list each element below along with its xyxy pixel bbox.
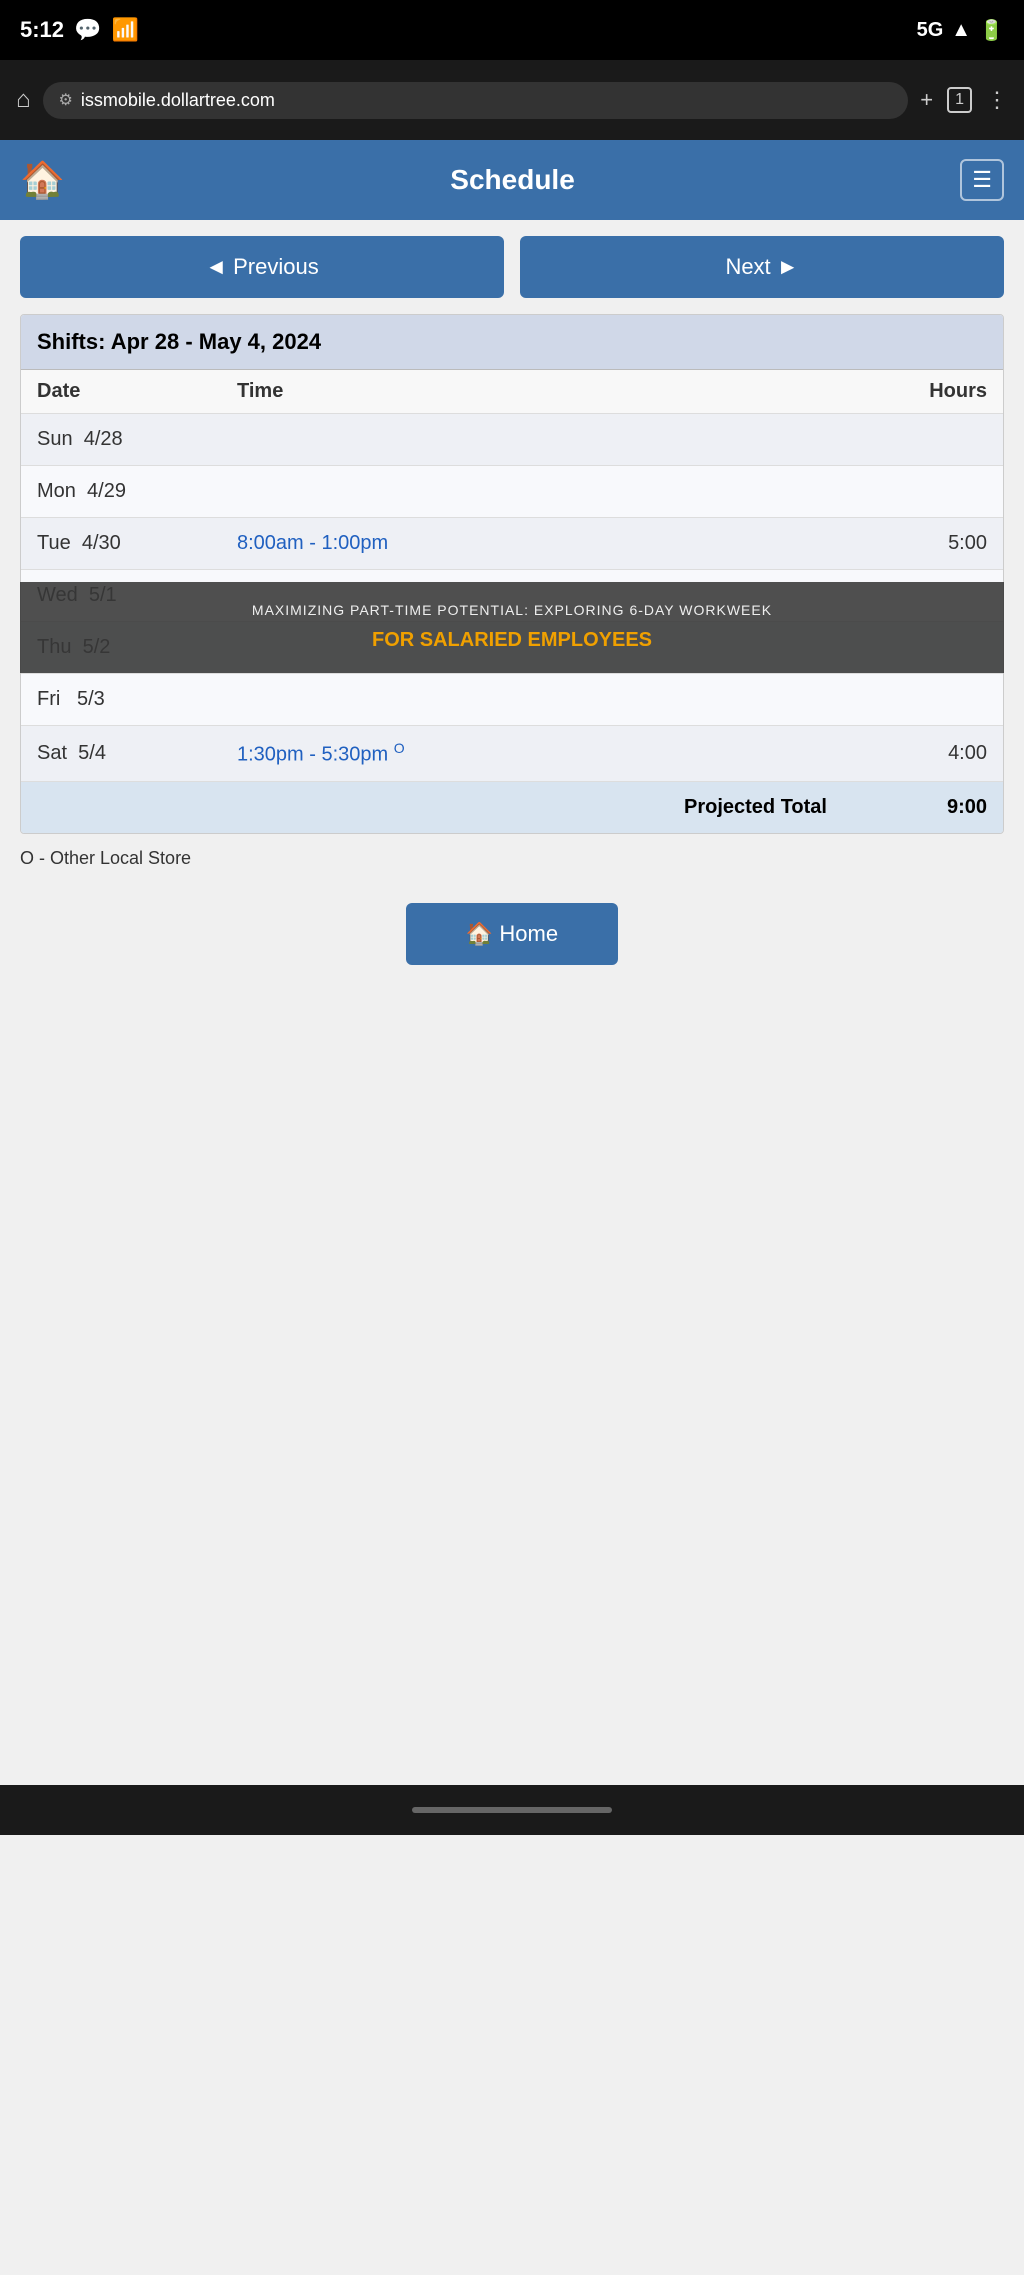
table-row: Mon 4/29 [21, 466, 1003, 518]
schedule-table: Shifts: Apr 28 - May 4, 2024 Date Time H… [20, 314, 1004, 834]
hours-column-header: Hours [847, 380, 987, 403]
day-date-sun: Sun 4/28 [37, 428, 237, 451]
signal-icon: ▲ [951, 19, 971, 42]
chat-icon: 💬 [74, 17, 101, 43]
day-date-tue: Tue 4/30 [37, 532, 237, 555]
next-button[interactable]: Next ► [520, 236, 1004, 298]
ad-banner: MAXIMIZING PART-TIME POTENTIAL: EXPLORIN… [20, 582, 1004, 673]
previous-button[interactable]: ◄ Previous [20, 236, 504, 298]
status-bar: 5:12 💬 📶 5G ▲ 🔋 [0, 0, 1024, 60]
day-date-fri: Fri 5/3 [37, 688, 237, 711]
schedule-column-headers: Date Time Hours [21, 370, 1003, 414]
bottom-navigation-bar [0, 1785, 1024, 1835]
url-text: issmobile.dollartree.com [81, 90, 275, 111]
schedule-legend: O - Other Local Store [0, 834, 1024, 883]
bottom-area [0, 985, 1024, 1785]
schedule-week-header: Shifts: Apr 28 - May 4, 2024 [21, 315, 1003, 370]
home-browser-icon[interactable]: ⌂ [16, 86, 31, 114]
hours-tue: 5:00 [847, 532, 987, 555]
projected-total-row: Projected Total 9:00 [21, 782, 1003, 833]
table-row-sat: Sat 5/4 1:30pm - 5:30pm O 4:00 [21, 726, 1003, 782]
ad-subtitle: FOR SALARIED EMPLOYEES [40, 625, 984, 655]
nav-buttons: ◄ Previous Next ► [0, 220, 1024, 314]
app-header: 🏠 Schedule ☰ [0, 140, 1024, 220]
day-date-mon: Mon 4/29 [37, 480, 237, 503]
status-right: 5G ▲ 🔋 [917, 18, 1004, 43]
app-home-button[interactable]: 🏠 [20, 159, 65, 201]
projected-hours: 9:00 [847, 796, 987, 819]
add-tab-icon[interactable]: + [920, 87, 933, 113]
day-date-sat: Sat 5/4 [37, 742, 237, 765]
table-row: Fri 5/3 [21, 674, 1003, 726]
table-row-tue: Tue 4/30 8:00am - 1:00pm 5:00 [21, 518, 1003, 570]
date-column-header: Date [37, 380, 237, 403]
hamburger-menu-button[interactable]: ☰ [960, 159, 1004, 201]
home-button[interactable]: 🏠 Home [406, 903, 618, 965]
house-icon: 🏠 [20, 159, 65, 200]
page-title: Schedule [65, 164, 960, 196]
projected-label: Projected Total [237, 796, 847, 819]
status-left: 5:12 💬 📶 [20, 17, 139, 43]
more-options-icon[interactable]: ⋮ [986, 87, 1008, 113]
shift-time-tue: 8:00am - 1:00pm [237, 532, 847, 555]
home-button-container: 🏠 Home [0, 883, 1024, 985]
lock-icon: ⚙ [59, 90, 73, 110]
table-row: Sun 4/28 [21, 414, 1003, 466]
time-display: 5:12 [20, 17, 64, 43]
network-label: 5G [917, 19, 944, 42]
ad-title: MAXIMIZING PART-TIME POTENTIAL: EXPLORIN… [40, 600, 984, 621]
browser-bar: ⌂ ⚙ issmobile.dollartree.com + 1 ⋮ [0, 60, 1024, 140]
time-column-header: Time [237, 380, 847, 403]
projected-spacer [37, 796, 237, 819]
bottom-bar-handle [412, 1807, 612, 1813]
url-bar[interactable]: ⚙ issmobile.dollartree.com [43, 82, 909, 119]
tab-count-badge[interactable]: 1 [947, 87, 972, 113]
browser-actions: + 1 ⋮ [920, 87, 1008, 113]
hamburger-icon: ☰ [972, 167, 992, 192]
shift-time-sat: 1:30pm - 5:30pm O [237, 740, 847, 767]
wifi-question-icon: 📶 [111, 17, 138, 43]
battery-icon: 🔋 [979, 18, 1004, 43]
hours-sat: 4:00 [847, 742, 987, 765]
